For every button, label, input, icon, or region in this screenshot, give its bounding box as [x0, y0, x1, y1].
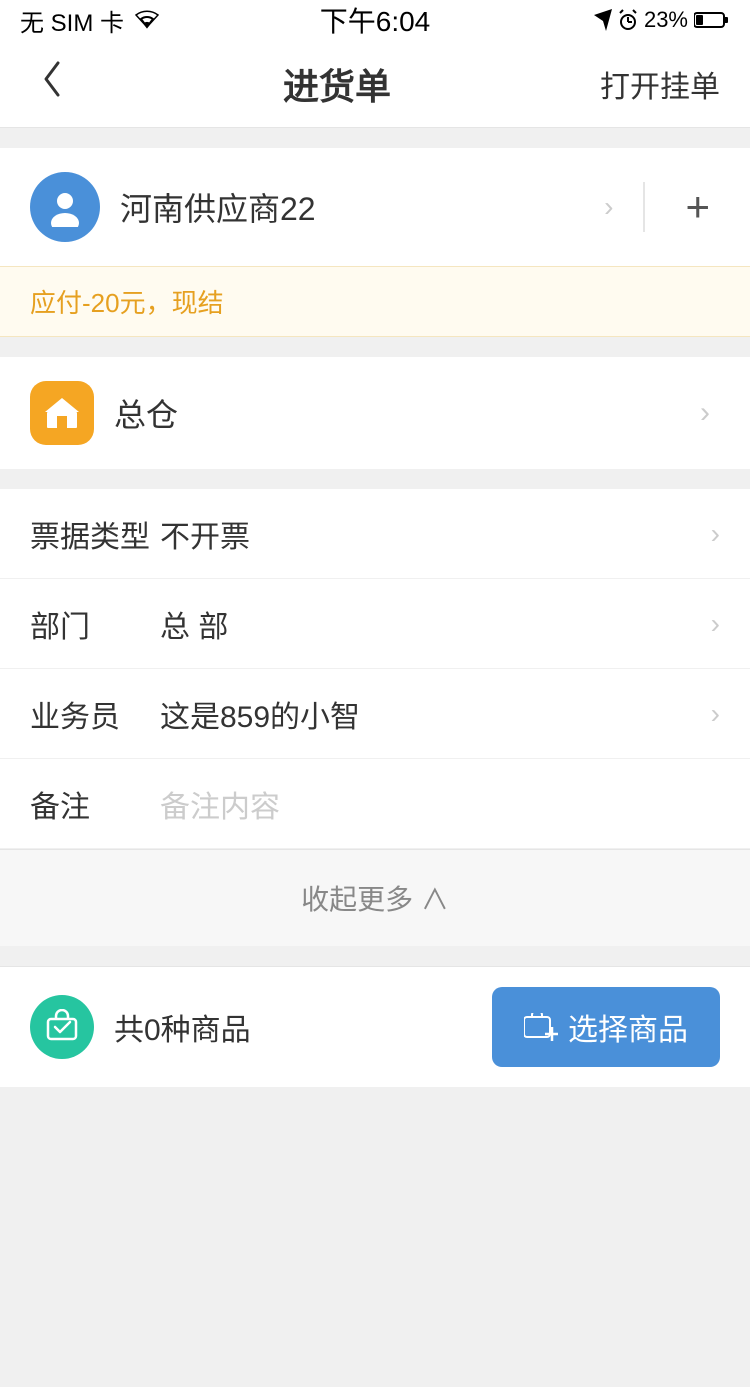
collapse-button[interactable]: 收起更多 ∧ [0, 849, 750, 946]
warehouse-name: 总仓 [114, 390, 700, 436]
payment-notice: 应付-20元，现结 [0, 266, 750, 337]
open-pending-button[interactable]: 打开挂单 [600, 62, 720, 106]
select-product-button[interactable]: 选择商品 [492, 987, 720, 1067]
nav-bar: 进货单 打开挂单 [0, 40, 750, 128]
alarm-icon [618, 9, 638, 31]
back-button[interactable] [30, 49, 74, 118]
status-time: 下午6:04 [320, 0, 431, 40]
select-product-label: 选择商品 [568, 1005, 688, 1049]
product-count-text: 共0种商品 [114, 1005, 492, 1049]
status-left: 无 SIM 卡 [20, 3, 162, 38]
warehouse-row[interactable]: 总仓 › [0, 357, 750, 469]
status-bar: 无 SIM 卡 下午6:04 23% [0, 0, 750, 40]
supplier-name: 河南供应商22 [120, 184, 604, 230]
department-row[interactable]: 部门 总 部 › [0, 579, 750, 669]
supplier-divider [643, 182, 645, 232]
invoice-type-row[interactable]: 票据类型 不开票 › [0, 489, 750, 579]
salesperson-label: 业务员 [30, 692, 150, 736]
section-gap-3 [0, 469, 750, 489]
invoice-chevron-icon: › [711, 518, 720, 550]
remark-input[interactable]: 备注内容 [150, 782, 720, 826]
warehouse-chevron-icon: › [700, 396, 710, 430]
select-product-icon [524, 1013, 558, 1041]
salesperson-row[interactable]: 业务员 这是859的小智 › [0, 669, 750, 759]
carrier-text: 无 SIM 卡 [20, 3, 124, 38]
salesperson-value: 这是859的小智 [150, 692, 711, 736]
supplier-avatar [30, 172, 100, 242]
page-background [0, 1087, 750, 1387]
warehouse-icon [30, 381, 94, 445]
invoice-label: 票据类型 [30, 512, 150, 556]
bottom-bar: 共0种商品 选择商品 [0, 966, 750, 1087]
department-chevron-icon: › [711, 608, 720, 640]
location-icon [594, 9, 612, 31]
supplier-row[interactable]: 河南供应商22 › + [0, 148, 750, 266]
warehouse-section: 总仓 › [0, 357, 750, 469]
status-right: 23% [594, 7, 730, 33]
add-button[interactable]: + [675, 183, 720, 231]
battery-text: 23% [644, 7, 688, 33]
department-value: 总 部 [150, 602, 711, 646]
salesperson-chevron-icon: › [711, 698, 720, 730]
battery-icon [694, 11, 730, 29]
supplier-chevron-icon: › [604, 191, 613, 223]
invoice-value: 不开票 [150, 512, 711, 556]
supplier-section: 河南供应商22 › + 应付-20元，现结 [0, 148, 750, 337]
section-gap-2 [0, 337, 750, 357]
section-gap-4 [0, 946, 750, 966]
wifi-icon [132, 9, 162, 31]
department-label: 部门 [30, 602, 150, 646]
remark-label: 备注 [30, 782, 150, 826]
page-title: 进货单 [283, 58, 391, 110]
section-gap-1 [0, 128, 750, 148]
product-count-icon [30, 995, 94, 1059]
remark-row[interactable]: 备注 备注内容 [0, 759, 750, 849]
form-section: 票据类型 不开票 › 部门 总 部 › 业务员 这是859的小智 › 备注 备注… [0, 489, 750, 946]
